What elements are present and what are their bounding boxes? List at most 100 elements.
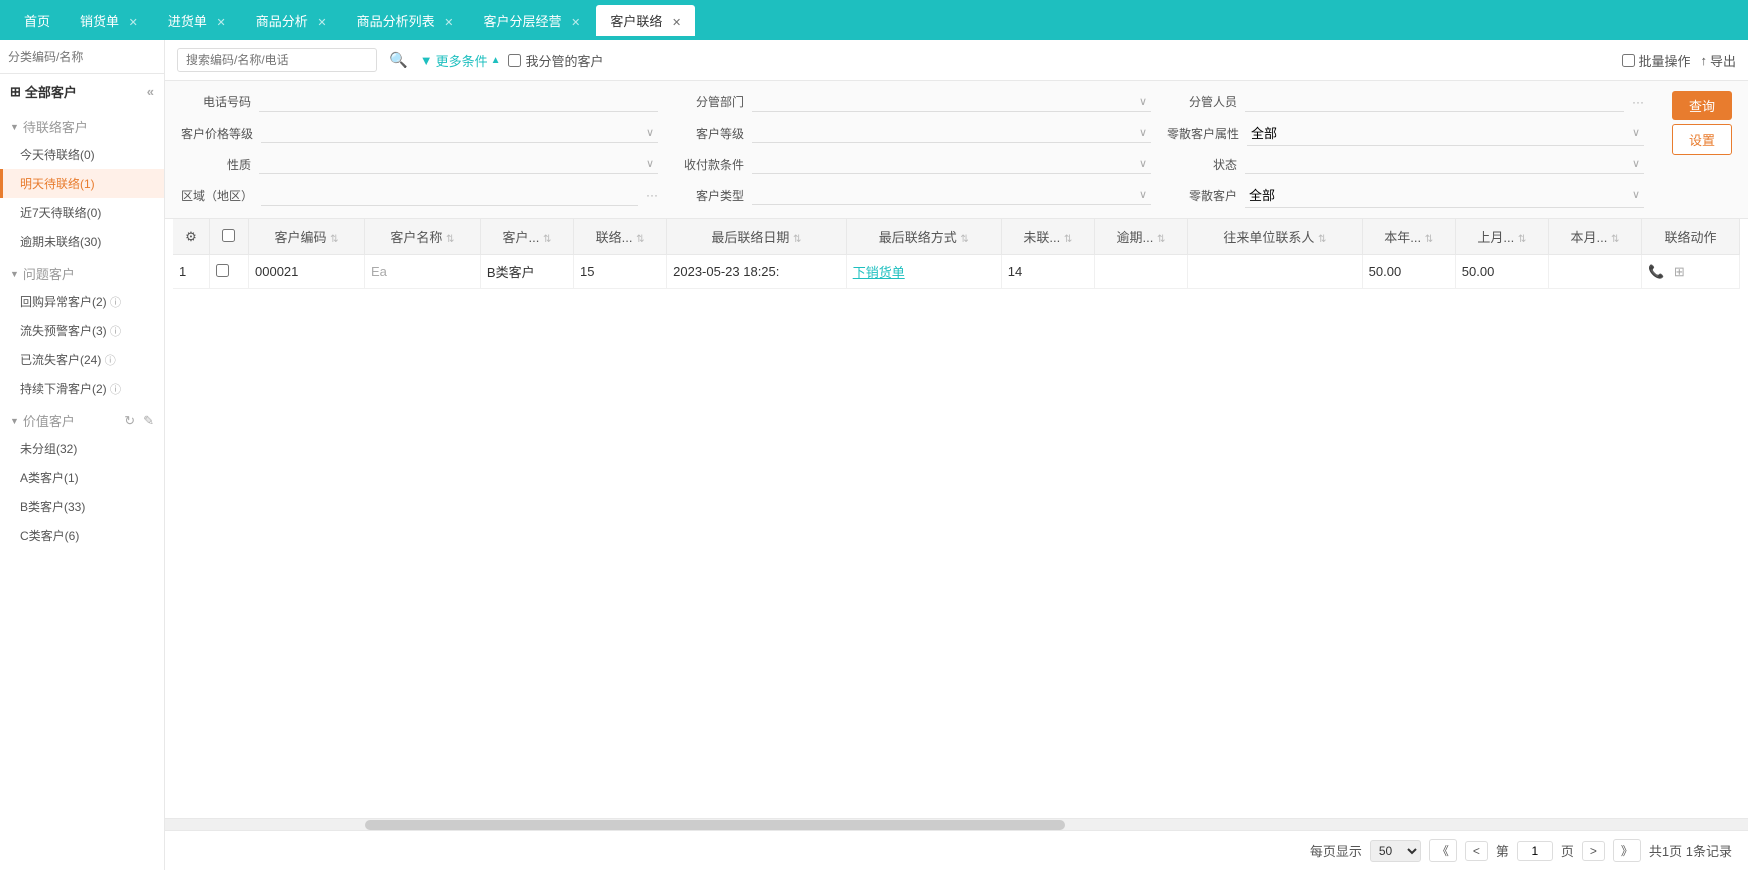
sidebar-search-container: 🔍 [0, 40, 164, 74]
region-dots-icon[interactable]: ··· [646, 188, 658, 202]
close-customer-contact-icon[interactable]: ✕ [672, 17, 681, 29]
person-input[interactable] [1245, 91, 1624, 112]
payment-terms-select[interactable]: ∨ [752, 154, 1151, 174]
nav-customer-segmentation[interactable]: 客户分层经营 ✕ [469, 5, 594, 36]
close-product-analysis-icon[interactable]: ✕ [317, 17, 326, 29]
query-button[interactable]: 查询 [1672, 91, 1732, 120]
status-select[interactable]: ∨ [1245, 154, 1644, 174]
chevron-down-icon8: ∨ [1139, 188, 1147, 201]
sidebar-item-repurchase-abnormal[interactable]: 回购异常客户(2) ⓘ [0, 287, 164, 316]
region-input[interactable] [261, 185, 638, 206]
page-number-input[interactable] [1517, 841, 1553, 861]
settings-icon[interactable]: ⚙ [185, 229, 197, 244]
nav-product-analysis[interactable]: 商品分析 ✕ [242, 5, 341, 36]
action-menu-icon[interactable]: ⊞ [1674, 264, 1685, 279]
cell-this-month [1548, 255, 1641, 289]
col-this-year[interactable]: 本年... ⇅ [1362, 219, 1455, 255]
col-last-month[interactable]: 上月... ⇅ [1455, 219, 1548, 255]
row-checkbox[interactable] [216, 264, 229, 277]
refresh-icon[interactable]: ↻ [124, 413, 135, 429]
sidebar-item-churn-warning[interactable]: 流失预警客户(3) ⓘ [0, 316, 164, 345]
nav-customer-contact[interactable]: 客户联络 ✕ [596, 5, 695, 36]
collapse-icon[interactable]: « [147, 84, 154, 99]
col-last-contact-date[interactable]: 最后联络日期 ⇅ [667, 219, 847, 255]
top-navigation: 首页 销货单 ✕ 进货单 ✕ 商品分析 ✕ 商品分析列表 ✕ 客户分层经营 ✕ … [0, 0, 1748, 40]
dept-select[interactable]: ∨ [752, 92, 1151, 112]
sidebar-search-input[interactable] [8, 50, 163, 64]
nav-sales-order[interactable]: 销货单 ✕ [66, 5, 152, 36]
sidebar-item-overdue-contact[interactable]: 逾期未联络(30) [0, 227, 164, 256]
select-all-checkbox[interactable] [222, 229, 235, 242]
filter-cell-price-level: 客户价格等级 ∨ [181, 123, 658, 143]
col-contact-person[interactable]: 往来单位联系人 ⇅ [1188, 219, 1363, 255]
last-page-button[interactable]: 》 [1613, 839, 1641, 862]
col-checkbox[interactable] [209, 219, 248, 255]
more-filters-button[interactable]: ▼ 更多条件 ▲ [420, 51, 501, 70]
customer-level-select[interactable]: ∨ [752, 123, 1151, 143]
sort-icon3: ⇅ [543, 234, 551, 245]
search-input[interactable] [177, 48, 377, 72]
batch-operation-button[interactable]: 批量操作 [1622, 51, 1690, 70]
expand-triangle-icon3: ▼ [10, 416, 19, 426]
edit-icon[interactable]: ✎ [143, 413, 154, 429]
col-customer-code[interactable]: 客户编码 ⇅ [249, 219, 365, 255]
filter-cell-payment-terms: 收付款条件 ∨ [674, 154, 1151, 174]
col-settings[interactable]: ⚙ [173, 219, 209, 255]
scrollbar-thumb[interactable] [365, 820, 1065, 830]
method-link[interactable]: 下销货单 [853, 265, 905, 280]
nav-home[interactable]: 首页 [10, 5, 64, 36]
sidebar-item-7days-contact[interactable]: 近7天待联络(0) [0, 198, 164, 227]
sidebar-item-declining[interactable]: 持续下滑客户(2) ⓘ [0, 374, 164, 403]
retail-customer-select[interactable]: 全部 ∨ [1245, 182, 1644, 208]
close-sales-order-icon[interactable]: ✕ [129, 17, 138, 29]
retail-attr-select[interactable]: 全部 ∨ [1247, 120, 1644, 146]
filter-cell-status: 状态 ∨ [1167, 154, 1644, 174]
phone-input[interactable] [259, 91, 658, 112]
nav-product-analysis-list[interactable]: 商品分析列表 ✕ [343, 5, 468, 36]
cell-checkbox[interactable] [209, 255, 248, 289]
filter-bar: 🔍 ▼ 更多条件 ▲ 我分管的客户 批量操作 ↑ 导出 [165, 40, 1748, 81]
chevron-up-icon: ▲ [491, 55, 501, 66]
horizontal-scrollbar[interactable] [165, 818, 1748, 830]
col-last-contact-method[interactable]: 最后联络方式 ⇅ [846, 219, 1001, 255]
nature-select[interactable]: ∨ [259, 154, 658, 174]
search-button[interactable]: 🔍 [385, 51, 412, 69]
close-customer-segmentation-icon[interactable]: ✕ [571, 17, 580, 29]
action-phone-icon[interactable]: 📞 [1648, 264, 1664, 279]
col-overdue[interactable]: 逾期... ⇅ [1094, 219, 1187, 255]
col-contacts[interactable]: 联络... ⇅ [574, 219, 667, 255]
col-customer-type[interactable]: 客户... ⇅ [480, 219, 573, 255]
sidebar-item-today-contact[interactable]: 今天待联络(0) [0, 140, 164, 169]
all-customers-header[interactable]: ⊞ 全部客户 « [0, 74, 164, 109]
customer-type-label: 客户类型 [674, 187, 744, 204]
sidebar-item-class-a[interactable]: A类客户(1) [0, 463, 164, 492]
col-uncontacted[interactable]: 未联... ⇅ [1001, 219, 1094, 255]
sort-icon11: ⇅ [1518, 234, 1526, 245]
cell-last-month: 50.00 [1455, 255, 1548, 289]
price-level-select[interactable]: ∨ [261, 123, 658, 143]
person-dots-icon[interactable]: ··· [1632, 95, 1644, 109]
col-this-month[interactable]: 本月... ⇅ [1548, 219, 1641, 255]
nav-purchase-order[interactable]: 进货单 ✕ [154, 5, 240, 36]
page-size-select[interactable]: 50 20 100 200 [1370, 840, 1421, 862]
chevron-down-icon6: ∨ [1139, 157, 1147, 170]
sidebar-item-tomorrow-contact[interactable]: 明天待联络(1) [0, 169, 164, 198]
reset-button[interactable]: 设置 [1672, 124, 1732, 155]
my-customers-checkbox-label[interactable]: 我分管的客户 [508, 51, 603, 70]
col-customer-name[interactable]: 客户名称 ⇅ [364, 219, 480, 255]
sidebar-item-ungrouped[interactable]: 未分组(32) [0, 434, 164, 463]
batch-checkbox[interactable] [1622, 54, 1635, 67]
sidebar-item-class-c[interactable]: C类客户(6) [0, 521, 164, 550]
first-page-button[interactable]: 《 [1429, 839, 1457, 862]
export-button[interactable]: ↑ 导出 [1700, 51, 1736, 70]
my-customers-checkbox[interactable] [508, 54, 521, 67]
customer-type-select[interactable]: ∨ [752, 185, 1151, 205]
sidebar-item-class-b[interactable]: B类客户(33) [0, 492, 164, 521]
close-product-analysis-list-icon[interactable]: ✕ [444, 17, 453, 29]
next-page-button[interactable]: > [1582, 841, 1605, 861]
col-action[interactable]: 联络动作 [1642, 219, 1740, 255]
close-purchase-order-icon[interactable]: ✕ [217, 17, 226, 29]
prev-page-button[interactable]: < [1465, 841, 1488, 861]
cell-last-method[interactable]: 下销货单 [846, 255, 1001, 289]
sidebar-item-churned[interactable]: 已流失客户(24) ⓘ [0, 345, 164, 374]
